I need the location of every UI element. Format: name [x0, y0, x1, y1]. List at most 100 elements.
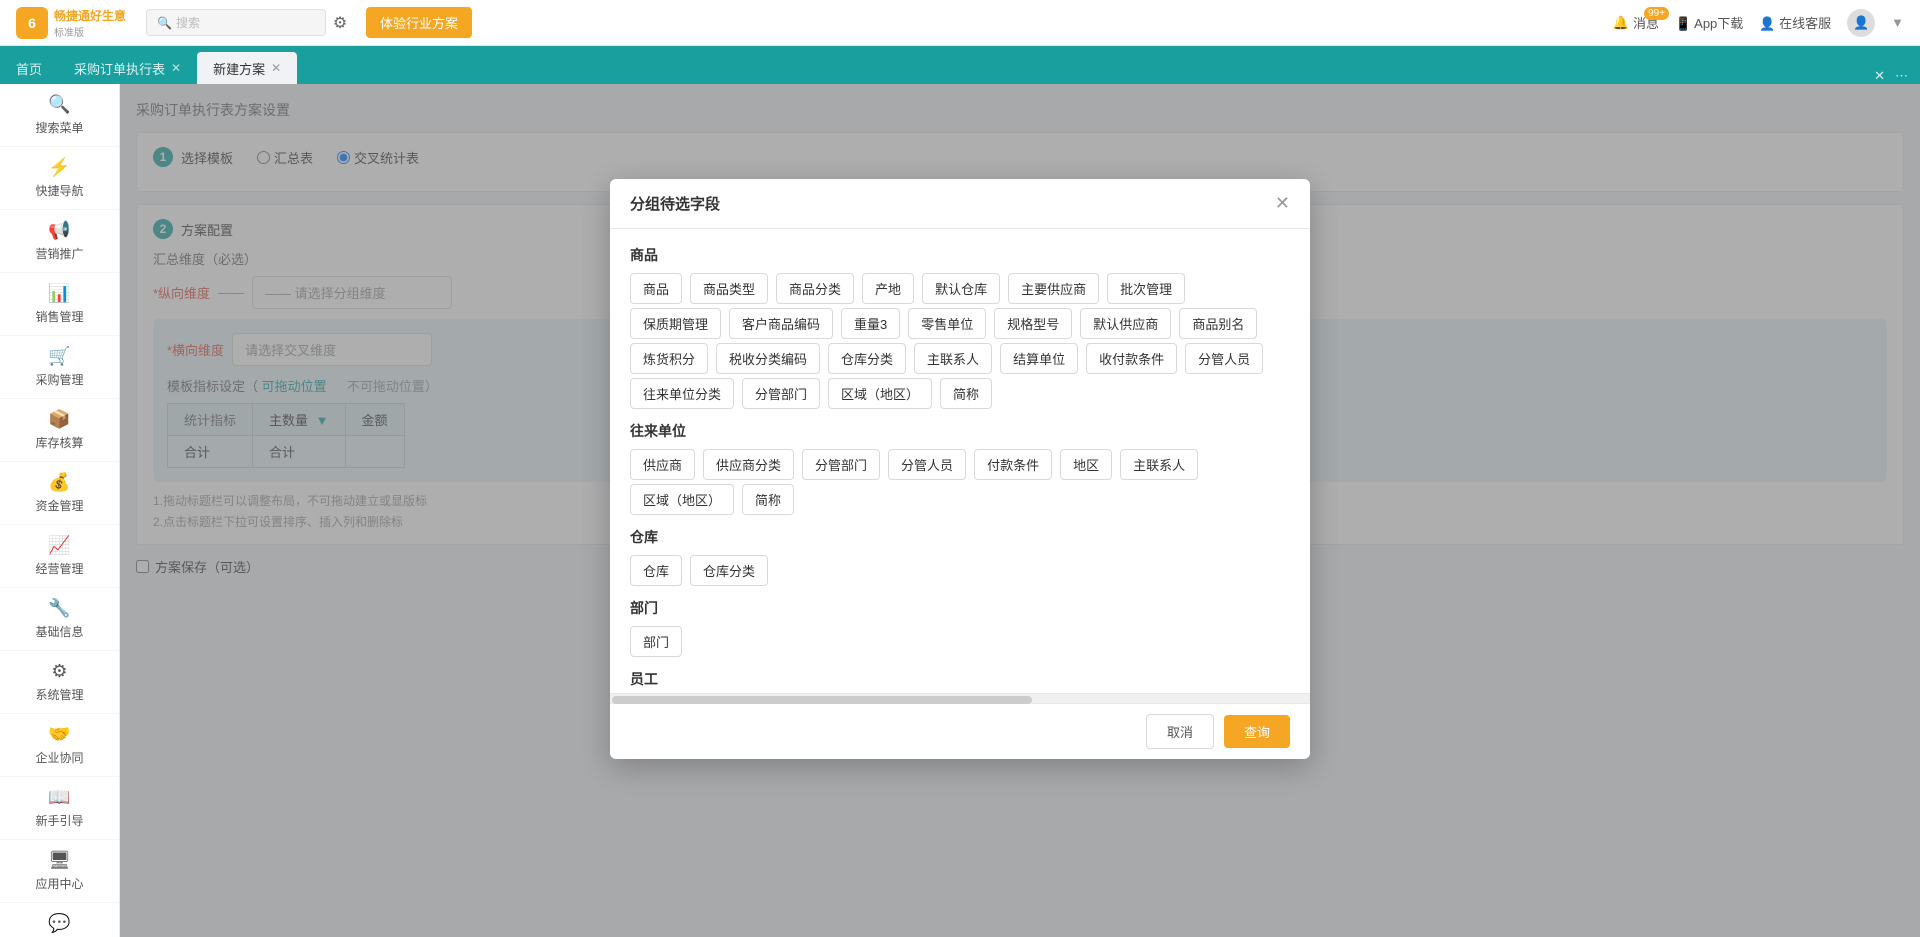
sidebar-item-quick-nav[interactable]: ⚡ 快捷导航 [0, 147, 119, 210]
field-batch-mgmt[interactable]: 批次管理 [1107, 273, 1185, 304]
field-supplier-category[interactable]: 供应商分类 [703, 449, 794, 480]
field-dept2[interactable]: 分管部门 [802, 449, 880, 480]
field-product[interactable]: 商品 [630, 273, 682, 304]
tab-bar-more-icon[interactable]: ⋯ [1895, 68, 1908, 84]
search-placeholder: 搜索 [176, 14, 200, 31]
section-employee-title: 员工 [630, 669, 1290, 689]
field-main-supplier[interactable]: 主要供应商 [1008, 273, 1099, 304]
guide-icon: 📖 [48, 787, 70, 808]
field-region2[interactable]: 地区 [1060, 449, 1112, 480]
top-bar: 6 畅捷通好生意 标准版 🔍 搜索 ⚙ 体验行业方案 🔔 消息 99+ 📱 Ap… [0, 0, 1920, 46]
section-product-title: 商品 [630, 245, 1290, 265]
online-service[interactable]: 👤 在线客服 [1759, 13, 1831, 32]
system-icon: ⚙ [51, 661, 67, 682]
field-main-contact[interactable]: 主联系人 [914, 343, 992, 374]
field-warehouse[interactable]: 仓库 [630, 555, 682, 586]
field-retail-unit[interactable]: 零售单位 [908, 308, 986, 339]
modal-close-button[interactable]: ✕ [1275, 193, 1290, 214]
sidebar-item-collab[interactable]: 🤝 企业协同 [0, 714, 119, 777]
field-payment-cond[interactable]: 付款条件 [974, 449, 1052, 480]
basics-icon: 🔧 [48, 598, 70, 619]
field-spec-model[interactable]: 规格型号 [994, 308, 1072, 339]
field-product-category[interactable]: 商品分类 [776, 273, 854, 304]
sidebar-item-wechat[interactable]: 💬 企业微信 [0, 903, 119, 937]
modal-hscrollbar[interactable] [610, 693, 1310, 702]
user-avatar[interactable]: 👤 [1847, 9, 1875, 37]
field-dept[interactable]: 分管部门 [742, 378, 820, 409]
field-product-type[interactable]: 商品类型 [690, 273, 768, 304]
section-partner-fields: 供应商 供应商分类 分管部门 分管人员 付款条件 地区 主联系人 [630, 449, 1290, 480]
field-default-warehouse[interactable]: 默认仓库 [922, 273, 1000, 304]
sidebar-inventory-label: 库存核算 [35, 434, 83, 451]
modal-body[interactable]: 商品 商品 商品类型 商品分类 产地 默认仓库 主要供应商 批次管理 保质期管理… [610, 229, 1310, 694]
field-supplier[interactable]: 供应商 [630, 449, 695, 480]
field-abbr2[interactable]: 简称 [742, 484, 794, 515]
field-contact2[interactable]: 主联系人 [1120, 449, 1198, 480]
field-region1[interactable]: 区域（地区） [828, 378, 932, 409]
tab-new-plan-close[interactable]: ✕ [271, 61, 281, 75]
field-unit-category[interactable]: 往来单位分类 [630, 378, 734, 409]
sidebar-marketing-label: 营销推广 [35, 245, 83, 262]
field-payment-terms[interactable]: 收付款条件 [1086, 343, 1177, 374]
trial-button[interactable]: 体验行业方案 [366, 7, 472, 38]
tab-new-plan[interactable]: 新建方案 ✕ [197, 52, 297, 84]
field-abbr1[interactable]: 简称 [940, 378, 992, 409]
sidebar-item-finance[interactable]: 💰 资金管理 [0, 462, 119, 525]
sidebar-quick-label: 快捷导航 [35, 182, 83, 199]
tab-home[interactable]: 首页 [0, 52, 58, 84]
purchase-icon: 🛒 [48, 346, 70, 367]
tab-bar-close-icon[interactable]: ✕ [1874, 68, 1885, 84]
sidebar-item-basics[interactable]: 🔧 基础信息 [0, 588, 119, 651]
tab-purchase-close[interactable]: ✕ [171, 61, 181, 75]
service-icon: 👤 [1759, 16, 1775, 31]
download-icon: 📱 [1675, 16, 1691, 31]
modal-title: 分组待选字段 [630, 193, 720, 214]
top-search-bar[interactable]: 🔍 搜索 [146, 9, 326, 36]
field-settlement-unit[interactable]: 结算单位 [1000, 343, 1078, 374]
section-partner-title: 往来单位 [630, 421, 1290, 441]
notification-area[interactable]: 🔔 消息 99+ [1613, 13, 1659, 32]
field-tax-code[interactable]: 税收分类编码 [716, 343, 820, 374]
sidebar-item-apps[interactable]: 🖥 应用中心 [0, 840, 119, 903]
field-warehouse-type[interactable]: 仓库分类 [690, 555, 768, 586]
marketing-icon: 📢 [48, 220, 70, 241]
field-expiry-mgmt[interactable]: 保质期管理 [630, 308, 721, 339]
sidebar-item-inventory[interactable]: 📦 库存核算 [0, 399, 119, 462]
sidebar-collab-label: 企业协同 [35, 749, 83, 766]
section-partner-fields-2: 区域（地区） 简称 [630, 484, 1290, 515]
field-customer-code[interactable]: 客户商品编码 [729, 308, 833, 339]
section-product-fields-4: 往来单位分类 分管部门 区域（地区） 简称 [630, 378, 1290, 409]
expand-icon[interactable]: ▼ [1891, 15, 1904, 30]
sidebar-item-ops[interactable]: 📈 经营管理 [0, 525, 119, 588]
sidebar-item-marketing[interactable]: 📢 营销推广 [0, 210, 119, 273]
field-origin[interactable]: 产地 [862, 273, 914, 304]
field-default-supplier[interactable]: 默认供应商 [1080, 308, 1171, 339]
field-manager2[interactable]: 分管人员 [888, 449, 966, 480]
settings-button[interactable]: ⚙ [326, 9, 354, 37]
field-manager[interactable]: 分管人员 [1185, 343, 1263, 374]
field-product-alias[interactable]: 商品别名 [1179, 308, 1257, 339]
quick-nav-icon: ⚡ [48, 157, 70, 178]
logo-name: 畅捷通好生意 [54, 7, 126, 24]
logo-icon: 6 [16, 7, 48, 39]
cancel-button[interactable]: 取消 [1146, 714, 1214, 749]
sidebar-ops-label: 经营管理 [35, 560, 83, 577]
top-middle: ⚙ 体验行业方案 [326, 7, 1613, 38]
tab-purchase-order[interactable]: 采购订单执行表 ✕ [58, 52, 197, 84]
sidebar-item-purchase[interactable]: 🛒 采购管理 [0, 336, 119, 399]
confirm-button[interactable]: 查询 [1224, 715, 1290, 748]
sidebar-item-sales[interactable]: 📊 销售管理 [0, 273, 119, 336]
sidebar-item-system[interactable]: ⚙ 系统管理 [0, 651, 119, 714]
field-select-modal: 分组待选字段 ✕ 商品 商品 商品类型 商品分类 产地 默认仓库 主要供应商 批… [610, 179, 1310, 759]
sidebar-item-guide[interactable]: 📖 新手引导 [0, 777, 119, 840]
app-download[interactable]: 📱 App下载 [1675, 13, 1743, 32]
sidebar-apps-label: 应用中心 [35, 875, 83, 892]
sidebar-basics-label: 基础信息 [35, 623, 83, 640]
field-smelt-points[interactable]: 炼货积分 [630, 343, 708, 374]
field-region-area2[interactable]: 区域（地区） [630, 484, 734, 515]
collab-icon: 🤝 [48, 724, 70, 745]
field-warehouse-category[interactable]: 仓库分类 [828, 343, 906, 374]
field-department[interactable]: 部门 [630, 626, 682, 657]
field-weight3[interactable]: 重量3 [841, 308, 900, 339]
sidebar-item-search[interactable]: 🔍 搜索菜单 [0, 84, 119, 147]
